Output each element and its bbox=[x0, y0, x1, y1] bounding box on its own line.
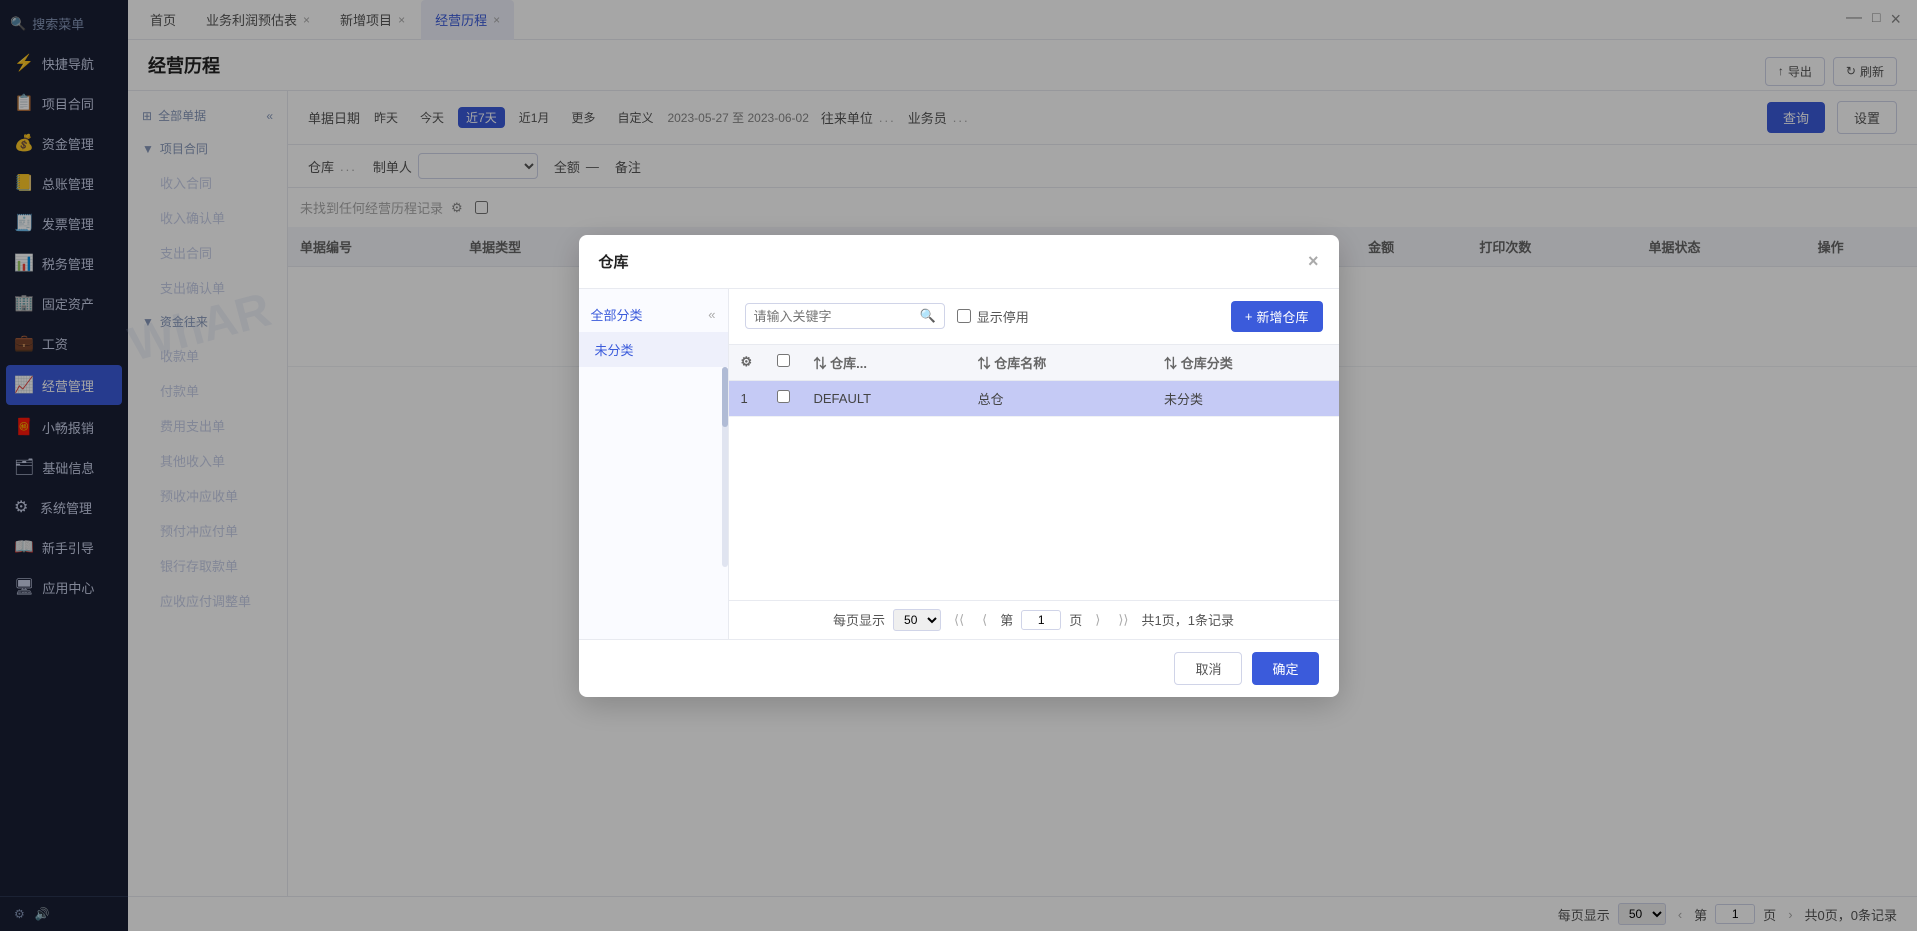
dialog-total-label: 共1页，1条记录 bbox=[1142, 610, 1234, 629]
sort-icon: ⇅ bbox=[814, 356, 827, 371]
plus-icon: + bbox=[1245, 309, 1253, 324]
category-scrollbar-thumb bbox=[722, 367, 728, 427]
row-1-code: DEFAULT bbox=[802, 380, 966, 416]
row-1-check[interactable] bbox=[777, 390, 790, 403]
col-checkbox bbox=[765, 345, 802, 381]
col-category[interactable]: ⇅ 仓库分类 bbox=[1152, 345, 1338, 381]
confirm-button[interactable]: 确定 bbox=[1252, 652, 1318, 685]
warehouse-table-wrap: ⚙ ⇅ 仓库... ⇅ bbox=[729, 345, 1339, 600]
row-1-checkbox[interactable] bbox=[765, 380, 802, 416]
warehouse-search-input[interactable] bbox=[754, 309, 914, 324]
category-header-label: 全部分类 bbox=[591, 305, 643, 324]
col-code-label: 仓库... bbox=[830, 356, 867, 371]
dialog-first-page[interactable]: ⟨⟨ bbox=[949, 610, 969, 630]
col-code[interactable]: ⇅ 仓库... bbox=[802, 345, 966, 381]
show-disabled-label: 显示停用 bbox=[977, 307, 1029, 326]
dialog-last-page[interactable]: ⟩⟩ bbox=[1113, 610, 1133, 630]
category-item-uncategorized[interactable]: 未分类 bbox=[579, 332, 728, 367]
warehouse-row-1[interactable]: 1 DEFAULT 总仓 未分类 bbox=[729, 380, 1339, 416]
row-1-category: 未分类 bbox=[1152, 380, 1338, 416]
table-checkbox-all[interactable] bbox=[777, 354, 790, 367]
category-scrollbar[interactable] bbox=[722, 367, 728, 567]
col-name-label: 仓库名称 bbox=[994, 356, 1046, 371]
dialog-per-page-label: 每页显示 bbox=[833, 610, 885, 629]
category-panel: 全部分类 « 未分类 bbox=[579, 289, 729, 639]
dialog-prev-page[interactable]: ⟨ bbox=[977, 610, 992, 630]
dialog-body: 全部分类 « 未分类 🔍 bbox=[579, 289, 1339, 639]
dialog-close-button[interactable]: × bbox=[1308, 251, 1319, 272]
add-warehouse-button[interactable]: + 新增仓库 bbox=[1231, 301, 1323, 332]
warehouse-search-icon: 🔍 bbox=[920, 308, 936, 324]
content-panel: 🔍 显示停用 + 新增仓库 bbox=[729, 289, 1339, 639]
add-warehouse-label: 新增仓库 bbox=[1256, 307, 1308, 326]
sort-icon-name: ⇅ bbox=[978, 356, 991, 371]
uncategorized-label: 未分类 bbox=[595, 343, 634, 358]
dialog-search-bar: 🔍 显示停用 + 新增仓库 bbox=[729, 289, 1339, 345]
category-collapse-icon[interactable]: « bbox=[708, 307, 715, 322]
settings-icon: ⚙ bbox=[741, 354, 753, 369]
dialog-per-page-select[interactable]: 50 bbox=[893, 609, 941, 631]
row-1-name: 总仓 bbox=[966, 380, 1152, 416]
dialog-header: 仓库 × bbox=[579, 235, 1339, 289]
dialog-page-label: 第 bbox=[1000, 610, 1013, 629]
cancel-button[interactable]: 取消 bbox=[1174, 652, 1242, 685]
dialog-page-end-label: 页 bbox=[1069, 610, 1082, 629]
dialog-footer: 取消 确定 bbox=[579, 639, 1339, 697]
warehouse-table: ⚙ ⇅ 仓库... ⇅ bbox=[729, 345, 1339, 417]
col-category-label: 仓库分类 bbox=[1181, 356, 1233, 371]
show-disabled-checkbox[interactable] bbox=[957, 309, 971, 323]
dialog-pagination: 每页显示 50 ⟨⟨ ⟨ 第 页 ⟩ ⟩⟩ 共1页，1条记录 bbox=[729, 600, 1339, 639]
dialog-title: 仓库 bbox=[599, 251, 629, 272]
row-1-num: 1 bbox=[729, 380, 765, 416]
sort-icon-cat: ⇅ bbox=[1164, 356, 1177, 371]
warehouse-dialog: 仓库 × 全部分类 « 未分类 bbox=[579, 235, 1339, 697]
col-name[interactable]: ⇅ 仓库名称 bbox=[966, 345, 1152, 381]
dialog-overlay[interactable]: 仓库 × 全部分类 « 未分类 bbox=[0, 0, 1917, 931]
category-header[interactable]: 全部分类 « bbox=[579, 297, 728, 332]
show-disabled-group: 显示停用 bbox=[957, 307, 1029, 326]
dialog-next-page[interactable]: ⟩ bbox=[1090, 610, 1105, 630]
col-settings[interactable]: ⚙ bbox=[729, 345, 765, 381]
search-input-wrap: 🔍 bbox=[745, 303, 945, 329]
dialog-page-input[interactable] bbox=[1021, 610, 1061, 630]
